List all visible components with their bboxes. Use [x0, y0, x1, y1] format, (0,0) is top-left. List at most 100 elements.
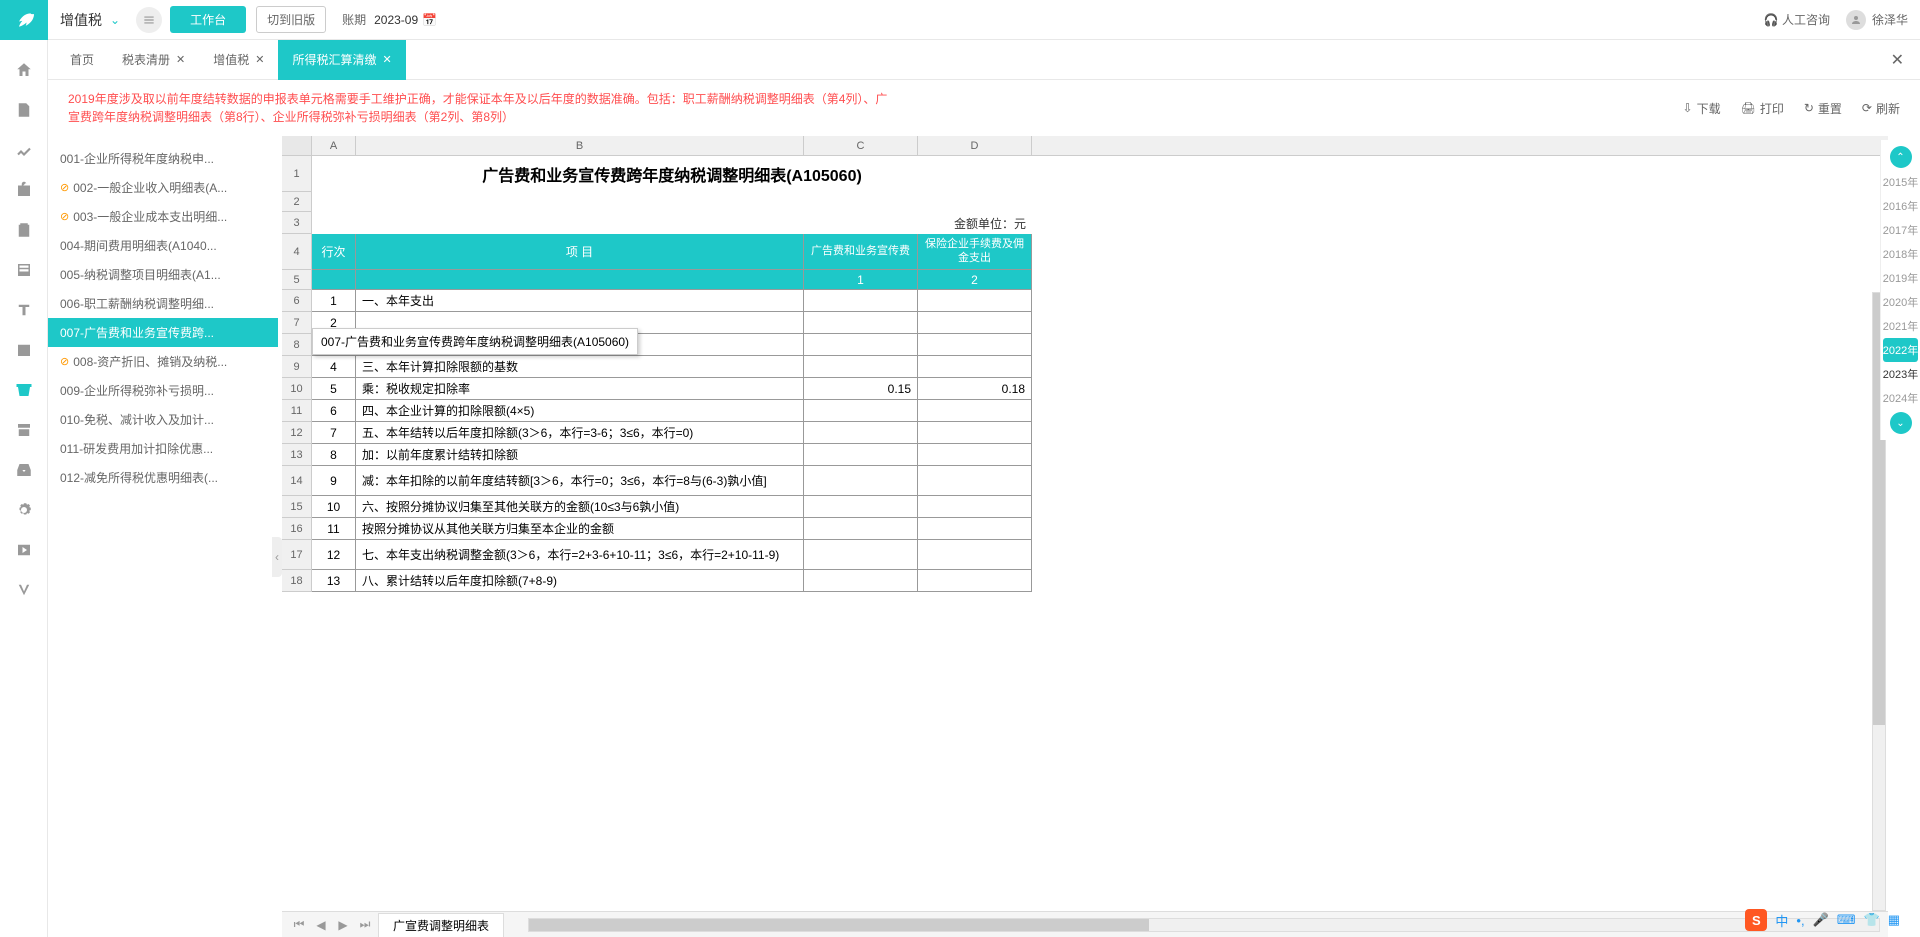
row-num-cell[interactable]: 1 [312, 290, 356, 312]
row-num-cell[interactable]: 12 [312, 540, 356, 570]
year-item[interactable]: 2023年 [1883, 362, 1918, 386]
value-cell-d[interactable] [918, 356, 1032, 378]
row-num-cell[interactable]: 8 [312, 444, 356, 466]
row-num-cell[interactable]: 4 [312, 356, 356, 378]
nav-v-icon[interactable] [0, 570, 48, 610]
value-cell-d[interactable] [918, 570, 1032, 592]
nav-clipboard-icon[interactable] [0, 210, 48, 250]
col-header-d[interactable]: D [918, 136, 1032, 155]
form-item[interactable]: 005-纳税调整项目明细表(A1... [48, 260, 278, 289]
year-item[interactable]: 2015年 [1883, 170, 1918, 194]
year-down-icon[interactable]: ⌄ [1890, 412, 1912, 434]
tab-home[interactable]: 首页 [56, 40, 108, 80]
tab-income-tax[interactable]: 所得税汇算清缴✕ [278, 40, 405, 80]
year-item[interactable]: 2017年 [1883, 218, 1918, 242]
value-cell-d[interactable] [918, 496, 1032, 518]
nav-archive-icon[interactable] [0, 410, 48, 450]
value-cell-d[interactable] [918, 400, 1032, 422]
row-header[interactable]: 10 [282, 378, 312, 400]
ime-punct-icon[interactable]: •, [1796, 913, 1804, 928]
sheet-tab[interactable]: 广宣费调整明细表 [378, 913, 504, 937]
row-num-cell[interactable]: 11 [312, 518, 356, 540]
item-cell[interactable]: 六、按照分摊协议归集至其他关联方的金额(10≤3与6孰小值) [356, 496, 804, 518]
value-cell-d[interactable] [918, 290, 1032, 312]
reset-button[interactable]: ↻ 重置 [1804, 100, 1842, 117]
sheet-prev-icon[interactable]: ◀ [312, 918, 330, 932]
row-header[interactable]: 1 [282, 156, 312, 192]
close-icon[interactable]: ✕ [255, 53, 264, 66]
nav-video-icon[interactable] [0, 530, 48, 570]
value-cell-d[interactable] [918, 540, 1032, 570]
form-item[interactable]: 004-期间费用明细表(A1040... [48, 231, 278, 260]
nav-home-icon[interactable] [0, 50, 48, 90]
row-num-cell[interactable]: 6 [312, 400, 356, 422]
ime-logo-icon[interactable]: S [1745, 909, 1767, 931]
module-name[interactable]: 增值税 [60, 10, 102, 30]
value-cell-c[interactable] [804, 334, 918, 356]
sheet-first-icon[interactable]: ⏮ [290, 917, 308, 932]
nav-settings-icon[interactable] [0, 490, 48, 530]
row-header[interactable]: 2 [282, 192, 312, 212]
col-header-b[interactable]: B [356, 136, 804, 155]
value-cell-c[interactable] [804, 444, 918, 466]
item-cell[interactable]: 五、本年结转以后年度扣除额(3＞6，本行=3-6；3≤6，本行=0) [356, 422, 804, 444]
form-item[interactable]: 006-职工薪酬纳税调整明细... [48, 289, 278, 318]
row-num-cell[interactable]: 13 [312, 570, 356, 592]
row-header[interactable]: 16 [282, 518, 312, 540]
value-cell-c[interactable] [804, 540, 918, 570]
form-item[interactable]: 009-企业所得税弥补亏损明... [48, 376, 278, 405]
ime-toolbox-icon[interactable]: ▦ [1888, 912, 1900, 928]
close-icon[interactable]: ✕ [176, 53, 185, 66]
year-item[interactable]: 2016年 [1883, 194, 1918, 218]
collapse-handle[interactable]: ‹ [272, 537, 282, 577]
value-cell-d[interactable] [918, 422, 1032, 444]
nav-calendar-icon[interactable] [0, 330, 48, 370]
col-header-c[interactable]: C [804, 136, 918, 155]
grid-body[interactable]: 1 广告费和业务宣传费跨年度纳税调整明细表(A105060) 2 3 金额单位：… [282, 156, 1888, 911]
row-num-cell[interactable]: 10 [312, 496, 356, 518]
item-cell[interactable]: 四、本企业计算的扣除限额(4×5) [356, 400, 804, 422]
year-item[interactable]: 2022年 [1883, 338, 1918, 362]
row-header[interactable]: 11 [282, 400, 312, 422]
chevron-down-icon[interactable]: ⌄ [110, 13, 120, 27]
form-item[interactable]: ⊘008-资产折旧、摊销及纳税... [48, 347, 278, 376]
row-header[interactable]: 7 [282, 312, 312, 334]
value-cell-d[interactable] [918, 518, 1032, 540]
nav-bag-icon[interactable] [0, 170, 48, 210]
value-cell-c[interactable] [804, 356, 918, 378]
value-cell-c[interactable] [804, 312, 918, 334]
row-header[interactable]: 4 [282, 234, 312, 270]
tab-tax-list[interactable]: 税表清册✕ [108, 40, 199, 80]
row-header[interactable]: 17 [282, 540, 312, 570]
round-menu-icon[interactable] [136, 7, 162, 33]
row-header[interactable]: 13 [282, 444, 312, 466]
form-item[interactable]: ⊘002-一般企业收入明细表(A... [48, 173, 278, 202]
nav-inbox-icon[interactable] [0, 450, 48, 490]
nav-form-icon[interactable] [0, 250, 48, 290]
row-num-cell[interactable]: 5 [312, 378, 356, 400]
close-all-tabs-icon[interactable]: ✕ [1891, 50, 1904, 70]
item-cell[interactable]: 三、本年计算扣除限额的基数 [356, 356, 804, 378]
year-up-icon[interactable]: ⌃ [1890, 146, 1912, 168]
value-cell-d[interactable] [918, 334, 1032, 356]
row-header[interactable]: 14 [282, 466, 312, 496]
logo[interactable] [0, 0, 48, 40]
old-version-button[interactable]: 切到旧版 [256, 6, 326, 33]
ime-lang[interactable]: 中 [1775, 911, 1788, 930]
form-item[interactable]: 011-研发费用加计扣除优惠... [48, 434, 278, 463]
calendar-icon[interactable]: 📅 [422, 13, 437, 27]
value-cell-d[interactable] [918, 444, 1032, 466]
item-cell[interactable]: 一、本年支出 [356, 290, 804, 312]
user-area[interactable]: 徐泽华 [1846, 10, 1908, 30]
value-cell-d[interactable] [918, 312, 1032, 334]
value-cell-c[interactable] [804, 290, 918, 312]
value-cell-c[interactable] [804, 466, 918, 496]
year-item[interactable]: 2020年 [1883, 290, 1918, 314]
nav-text-icon[interactable] [0, 290, 48, 330]
nav-tax-icon[interactable] [0, 370, 48, 410]
form-item[interactable]: 012-减免所得税优惠明细表(... [48, 463, 278, 492]
row-num-cell[interactable]: 7 [312, 422, 356, 444]
nav-chart-icon[interactable] [0, 130, 48, 170]
sheet-last-icon[interactable]: ⏭ [356, 917, 374, 932]
form-item[interactable]: ⊘003-一般企业成本支出明细... [48, 202, 278, 231]
